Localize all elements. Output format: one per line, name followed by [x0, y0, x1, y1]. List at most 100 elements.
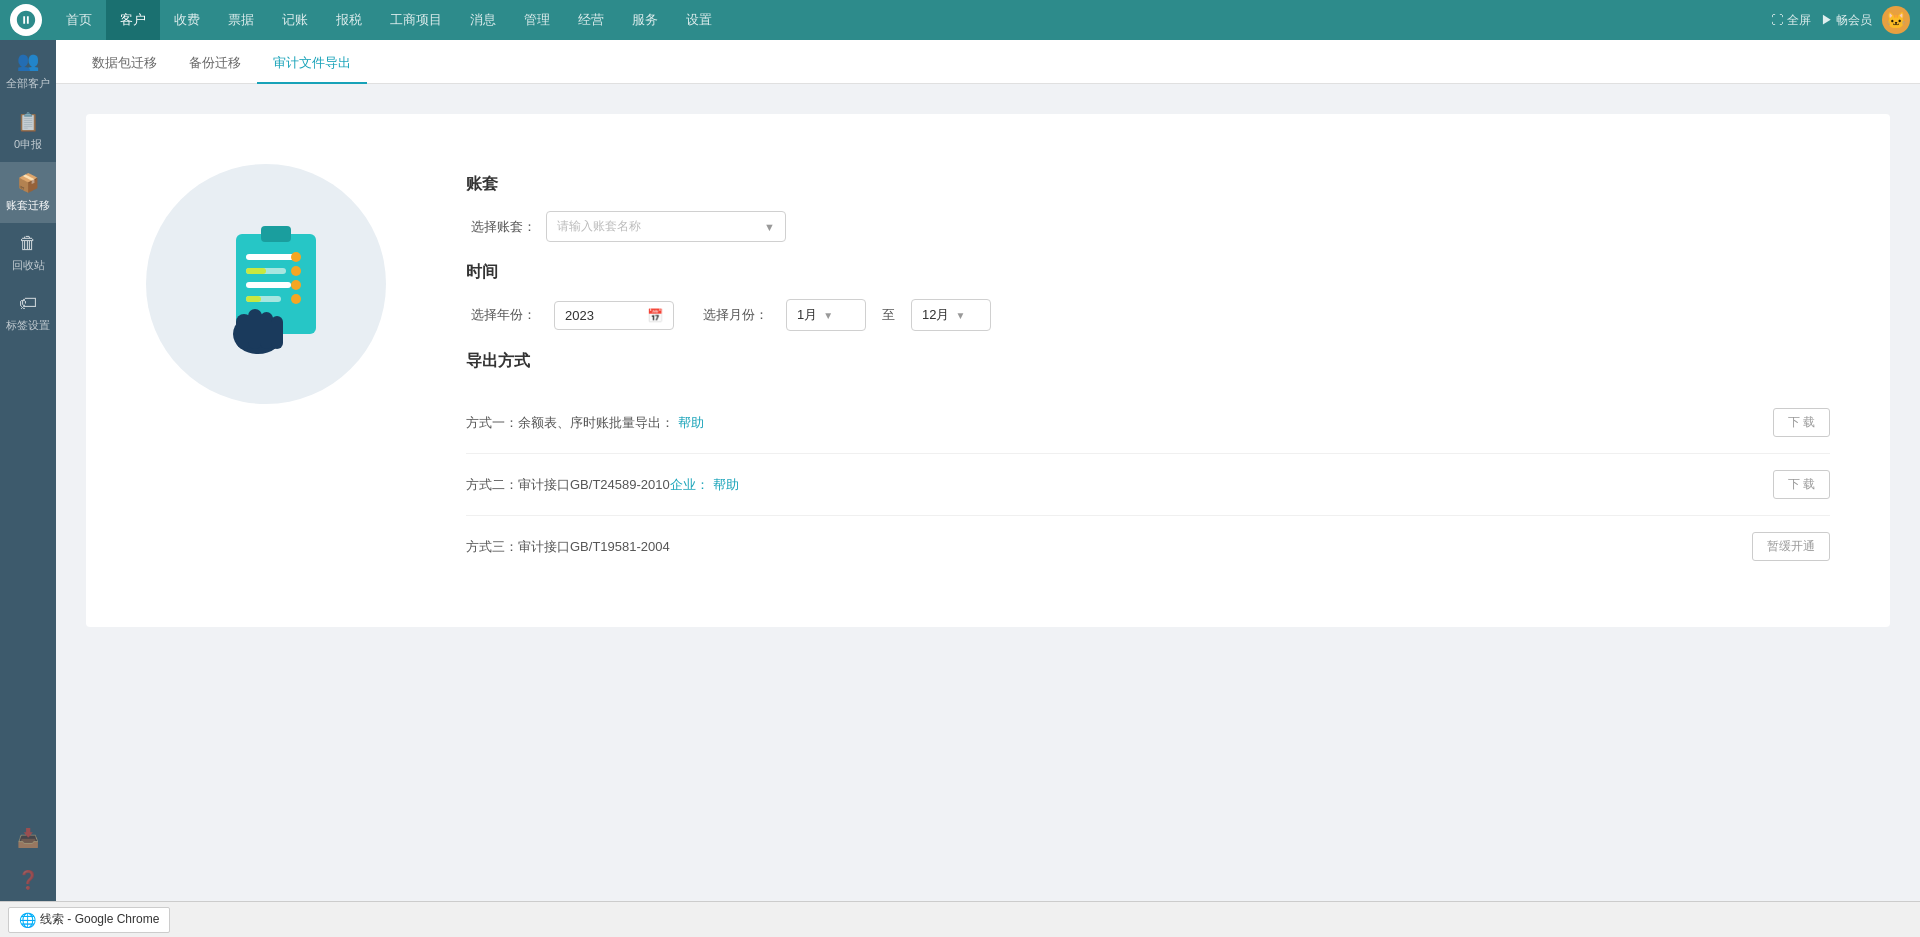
svg-rect-16: [246, 296, 261, 302]
nav-settings[interactable]: 设置: [672, 0, 726, 40]
sidebar-label-migration: 账套迁移: [6, 198, 50, 213]
migration-icon: 📦: [17, 172, 39, 194]
nav-manage[interactable]: 管理: [510, 0, 564, 40]
form-section: 账套 选择账套： 请输入账套名称 ▼ 时间 选择年份： 2023: [466, 164, 1830, 577]
method-1-help[interactable]: 帮助: [678, 415, 704, 430]
recycle-icon: 🗑: [19, 233, 37, 254]
fullscreen-btn[interactable]: ⛶ 全屏: [1771, 12, 1810, 29]
user-avatar[interactable]: 🐱: [1882, 6, 1910, 34]
year-input[interactable]: 2023 📅: [554, 301, 674, 330]
method-3-open-btn[interactable]: 暂缓开通: [1752, 532, 1830, 561]
time-form-row: 选择年份： 2023 📅 选择月份： 1月 ▼ 至 12月: [466, 299, 1830, 331]
download-icon: 📥: [17, 827, 39, 849]
year-value: 2023: [565, 308, 594, 323]
svg-rect-12: [248, 309, 262, 349]
account-form-row: 选择账套： 请输入账套名称 ▼: [466, 211, 1830, 242]
month-start-select[interactable]: 1月 ▼: [786, 299, 866, 331]
sidebar-item-help[interactable]: ❓: [17, 859, 39, 901]
method-2-company[interactable]: 企业：: [670, 477, 709, 492]
sidebar-label-recycle: 回收站: [12, 258, 45, 273]
sidebar-item-migration[interactable]: 📦 账套迁移: [0, 162, 56, 223]
nav-home[interactable]: 首页: [52, 0, 106, 40]
method-2-text: 方式二：审计接口GB/T24589-2010企业： 帮助: [466, 476, 739, 494]
content-area: 数据包迁移 备份迁移 审计文件导出: [56, 40, 1920, 901]
method-2-download-btn[interactable]: 下 载: [1773, 470, 1830, 499]
account-select-placeholder: 请输入账套名称: [557, 218, 641, 235]
export-method-1: 方式一：余额表、序时账批量导出： 帮助 下 载: [466, 392, 1830, 454]
sidebar-label-tags: 标签设置: [6, 318, 50, 333]
method-2-help[interactable]: 帮助: [713, 477, 739, 492]
top-nav: 首页 客户 收费 票据 记账 报税 工商项目 消息 管理 经营 服务 设置 ⛶ …: [0, 0, 1920, 40]
nav-accounting[interactable]: 记账: [268, 0, 322, 40]
svg-point-6: [291, 266, 301, 276]
nav-operation[interactable]: 经营: [564, 0, 618, 40]
method-2-label: 方式二：审计接口GB/T24589-2010: [466, 477, 670, 492]
page-content: 账套 选择账套： 请输入账套名称 ▼ 时间 选择年份： 2023: [56, 84, 1920, 901]
main-layout: 👥 全部客户 📋 0申报 📦 账套迁移 🗑 回收站 🏷 标签设置 📥 ❓: [0, 40, 1920, 901]
illustration: [146, 164, 386, 404]
month-start-chevron: ▼: [823, 310, 833, 321]
export-method-2: 方式二：审计接口GB/T24589-2010企业： 帮助 下 载: [466, 454, 1830, 516]
month-end-value: 12月: [922, 306, 949, 324]
nav-message[interactable]: 消息: [456, 0, 510, 40]
sidebar: 👥 全部客户 📋 0申报 📦 账套迁移 🗑 回收站 🏷 标签设置 📥 ❓: [0, 40, 56, 901]
nav-business[interactable]: 工商项目: [376, 0, 456, 40]
svg-rect-3: [246, 282, 291, 288]
svg-rect-15: [246, 268, 266, 274]
top-nav-right: ⛶ 全屏 ▶ 畅会员 🐱: [1771, 6, 1910, 34]
export-methods: 方式一：余额表、序时账批量导出： 帮助 下 载 方式二：审计接口GB/T24589…: [466, 392, 1830, 577]
account-select[interactable]: 请输入账套名称 ▼: [546, 211, 786, 242]
tab-backup-migration[interactable]: 备份迁移: [173, 44, 257, 84]
all-customers-icon: 👥: [17, 50, 39, 72]
svg-rect-1: [246, 254, 296, 260]
export-card: 账套 选择账套： 请输入账套名称 ▼ 时间 选择年份： 2023: [86, 114, 1890, 627]
nav-tax[interactable]: 报税: [322, 0, 376, 40]
member-btn[interactable]: ▶ 畅会员: [1821, 12, 1872, 29]
declaration-icon: 📋: [17, 111, 39, 133]
month-start-value: 1月: [797, 306, 817, 324]
nav-items: 首页 客户 收费 票据 记账 报税 工商项目 消息 管理 经营 服务 设置: [52, 0, 1771, 40]
sidebar-item-tags[interactable]: 🏷 标签设置: [0, 283, 56, 343]
month-end-chevron: ▼: [955, 310, 965, 321]
help-icon: ❓: [17, 869, 39, 891]
nav-customer[interactable]: 客户: [106, 0, 160, 40]
taskbar-chrome-label: 线索 - Google Chrome: [40, 911, 159, 928]
time-section-title: 时间: [466, 262, 1830, 283]
nav-fee[interactable]: 收费: [160, 0, 214, 40]
calendar-icon: 📅: [647, 308, 663, 323]
svg-point-5: [291, 252, 301, 262]
sidebar-label-declaration: 0申报: [14, 137, 42, 152]
export-method-3: 方式三：审计接口GB/T19581-2004 暂缓开通: [466, 516, 1830, 577]
month-label: 选择月份：: [698, 306, 768, 324]
taskbar: 🌐 线索 - Google Chrome: [0, 901, 1920, 937]
nav-invoice[interactable]: 票据: [214, 0, 268, 40]
export-section-title: 导出方式: [466, 351, 1830, 372]
method-1-label: 方式一：余额表、序时账批量导出：: [466, 415, 674, 430]
nav-service[interactable]: 服务: [618, 0, 672, 40]
tags-icon: 🏷: [19, 293, 37, 314]
month-end-select[interactable]: 12月 ▼: [911, 299, 991, 331]
account-chevron-icon: ▼: [764, 221, 775, 233]
sidebar-item-declaration[interactable]: 📋 0申报: [0, 101, 56, 162]
svg-rect-14: [271, 316, 283, 349]
sidebar-item-recycle[interactable]: 🗑 回收站: [0, 223, 56, 283]
sidebar-item-download[interactable]: 📥: [17, 817, 39, 859]
tab-bar: 数据包迁移 备份迁移 审计文件导出: [56, 40, 1920, 84]
sidebar-label-all-customers: 全部客户: [6, 76, 50, 91]
taskbar-chrome[interactable]: 🌐 线索 - Google Chrome: [8, 907, 170, 933]
method-1-download-btn[interactable]: 下 载: [1773, 408, 1830, 437]
account-section-title: 账套: [466, 174, 1830, 195]
to-text: 至: [882, 306, 895, 324]
chrome-icon: 🌐: [19, 912, 36, 928]
tab-audit-export[interactable]: 审计文件导出: [257, 44, 367, 84]
app-logo: [10, 4, 42, 36]
svg-point-7: [291, 280, 301, 290]
sidebar-item-all-customers[interactable]: 👥 全部客户: [0, 40, 56, 101]
method-3-text: 方式三：审计接口GB/T19581-2004: [466, 538, 670, 556]
method-1-text: 方式一：余额表、序时账批量导出： 帮助: [466, 414, 704, 432]
year-label: 选择年份：: [466, 306, 536, 324]
svg-rect-9: [261, 226, 291, 242]
tab-data-migration[interactable]: 数据包迁移: [76, 44, 173, 84]
select-account-label: 选择账套：: [466, 218, 536, 236]
svg-point-8: [291, 294, 301, 304]
